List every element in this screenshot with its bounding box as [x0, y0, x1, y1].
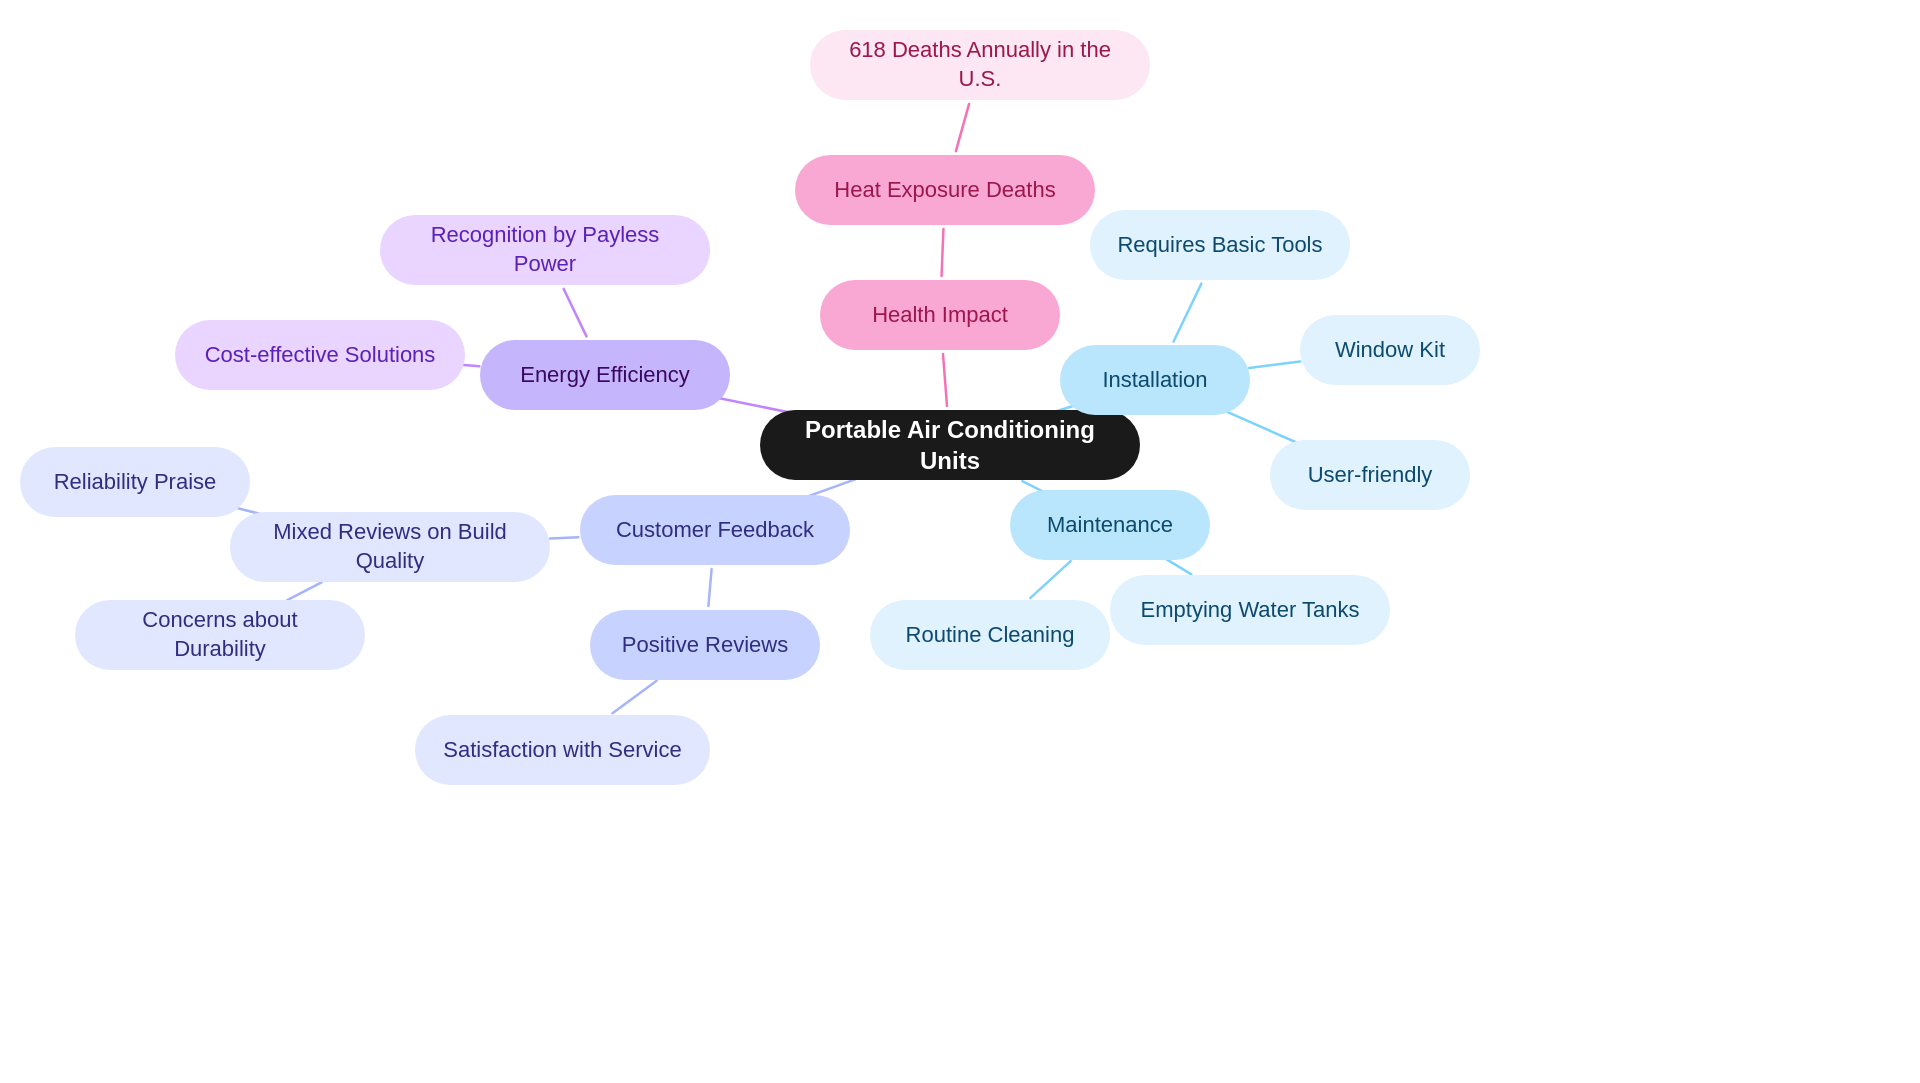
svg-line-11	[612, 681, 656, 714]
customer-feedback-node: Customer Feedback	[580, 495, 850, 565]
svg-line-18	[1165, 558, 1192, 574]
concerns-durability-node: Concerns about Durability	[75, 600, 365, 670]
maintenance-node: Maintenance	[1010, 490, 1210, 560]
satisfaction-service-node: Satisfaction with Service	[415, 715, 710, 785]
cost-effective-node: Cost-effective Solutions	[175, 320, 465, 390]
health-impact-node: Health Impact	[820, 280, 1060, 350]
routine-cleaning-node: Routine Cleaning	[870, 600, 1110, 670]
installation-node: Installation	[1060, 345, 1250, 415]
center-node: Portable Air Conditioning Units	[760, 410, 1140, 480]
heat-exposure-node: Heat Exposure Deaths	[795, 155, 1095, 225]
svg-line-7	[550, 537, 578, 538]
requires-tools-node: Requires Basic Tools	[1090, 210, 1350, 280]
svg-line-10	[708, 569, 711, 606]
mixed-reviews-node: Mixed Reviews on Build Quality	[230, 512, 550, 582]
svg-line-14	[1249, 361, 1300, 368]
energy-efficiency-node: Energy Efficiency	[480, 340, 730, 410]
svg-line-4	[564, 289, 587, 337]
svg-line-0	[943, 354, 947, 406]
recognition-node: Recognition by Payless Power	[380, 215, 710, 285]
svg-line-13	[1173, 284, 1201, 342]
emptying-water-node: Emptying Water Tanks	[1110, 575, 1390, 645]
user-friendly-node: User-friendly	[1270, 440, 1470, 510]
svg-line-2	[956, 104, 969, 151]
svg-line-5	[464, 365, 479, 366]
svg-line-9	[287, 582, 321, 600]
svg-line-1	[942, 229, 944, 276]
window-kit-node: Window Kit	[1300, 315, 1480, 385]
deaths-annually-node: 618 Deaths Annually in the U.S.	[810, 30, 1150, 100]
reliability-praise-node: Reliability Praise	[20, 447, 250, 517]
svg-line-17	[1030, 561, 1070, 598]
positive-reviews-node: Positive Reviews	[590, 610, 820, 680]
svg-line-15	[1221, 409, 1303, 445]
